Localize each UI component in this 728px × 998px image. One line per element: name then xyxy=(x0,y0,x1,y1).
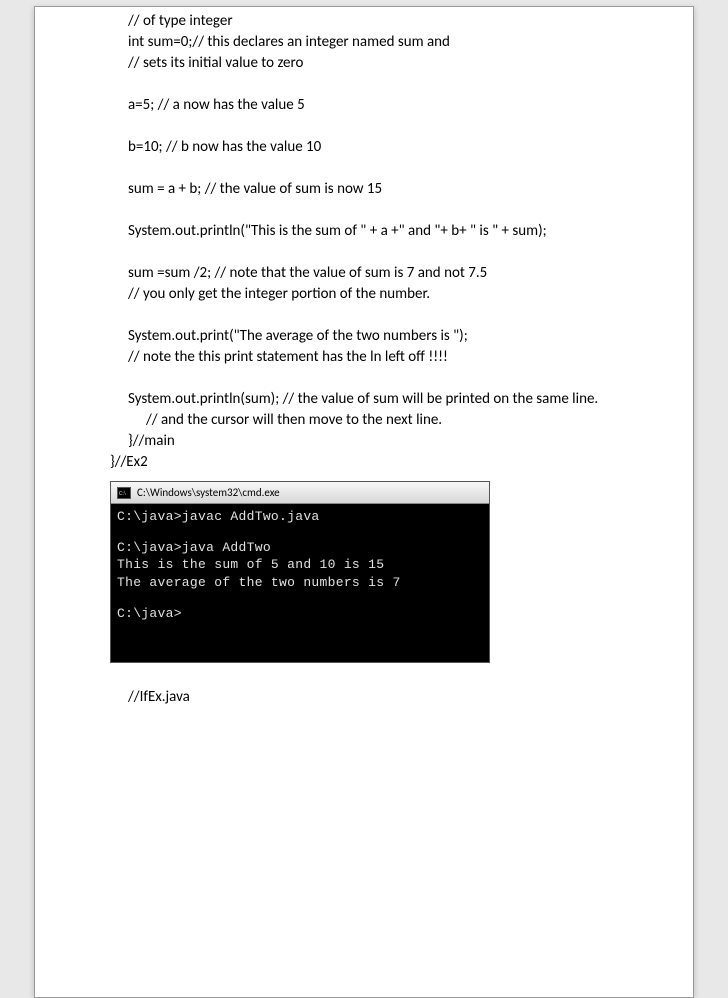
code-line: // note the this print statement has the… xyxy=(110,347,638,368)
terminal-window: C:\Windows\system32\cmd.exe C:\java>java… xyxy=(110,481,490,663)
code-line: sum = a + b; // the value of sum is now … xyxy=(110,179,638,200)
code-line: }//Ex2 xyxy=(110,452,638,473)
code-line: // and the cursor will then move to the … xyxy=(110,410,638,431)
code-line: // of type integer xyxy=(110,11,638,32)
code-line: System.out.println(sum); // the value of… xyxy=(110,389,638,410)
code-line: //IfEx.java xyxy=(110,687,638,708)
code-line: int sum=0;// this declares an integer na… xyxy=(110,32,638,53)
cmd-icon xyxy=(117,487,131,499)
terminal-line: C:\java>javac AddTwo.java xyxy=(117,508,483,526)
code-area: // of type integer int sum=0;// this dec… xyxy=(110,11,638,708)
terminal-line: C:\java>java AddTwo xyxy=(117,539,483,557)
terminal-title: C:\Windows\system32\cmd.exe xyxy=(137,485,280,500)
terminal-line: This is the sum of 5 and 10 is 15 xyxy=(117,556,483,574)
code-line: sum =sum /2; // note that the value of s… xyxy=(110,263,638,284)
code-line: }//main xyxy=(110,431,638,452)
code-line: a=5; // a now has the value 5 xyxy=(110,95,638,116)
code-line: b=10; // b now has the value 10 xyxy=(110,137,638,158)
code-line: // you only get the integer portion of t… xyxy=(110,284,638,305)
code-line: System.out.println("This is the sum of "… xyxy=(110,221,638,242)
document-page: // of type integer int sum=0;// this dec… xyxy=(34,6,694,998)
terminal-line: The average of the two numbers is 7 xyxy=(117,574,483,592)
terminal-titlebar: C:\Windows\system32\cmd.exe xyxy=(111,482,489,504)
code-line: // sets its initial value to zero xyxy=(110,53,638,74)
terminal-body: C:\java>javac AddTwo.java C:\java>java A… xyxy=(111,504,489,662)
page-container: // of type integer int sum=0;// this dec… xyxy=(0,0,728,998)
code-line: System.out.print("The average of the two… xyxy=(110,326,638,347)
terminal-line: C:\java> xyxy=(117,605,483,623)
